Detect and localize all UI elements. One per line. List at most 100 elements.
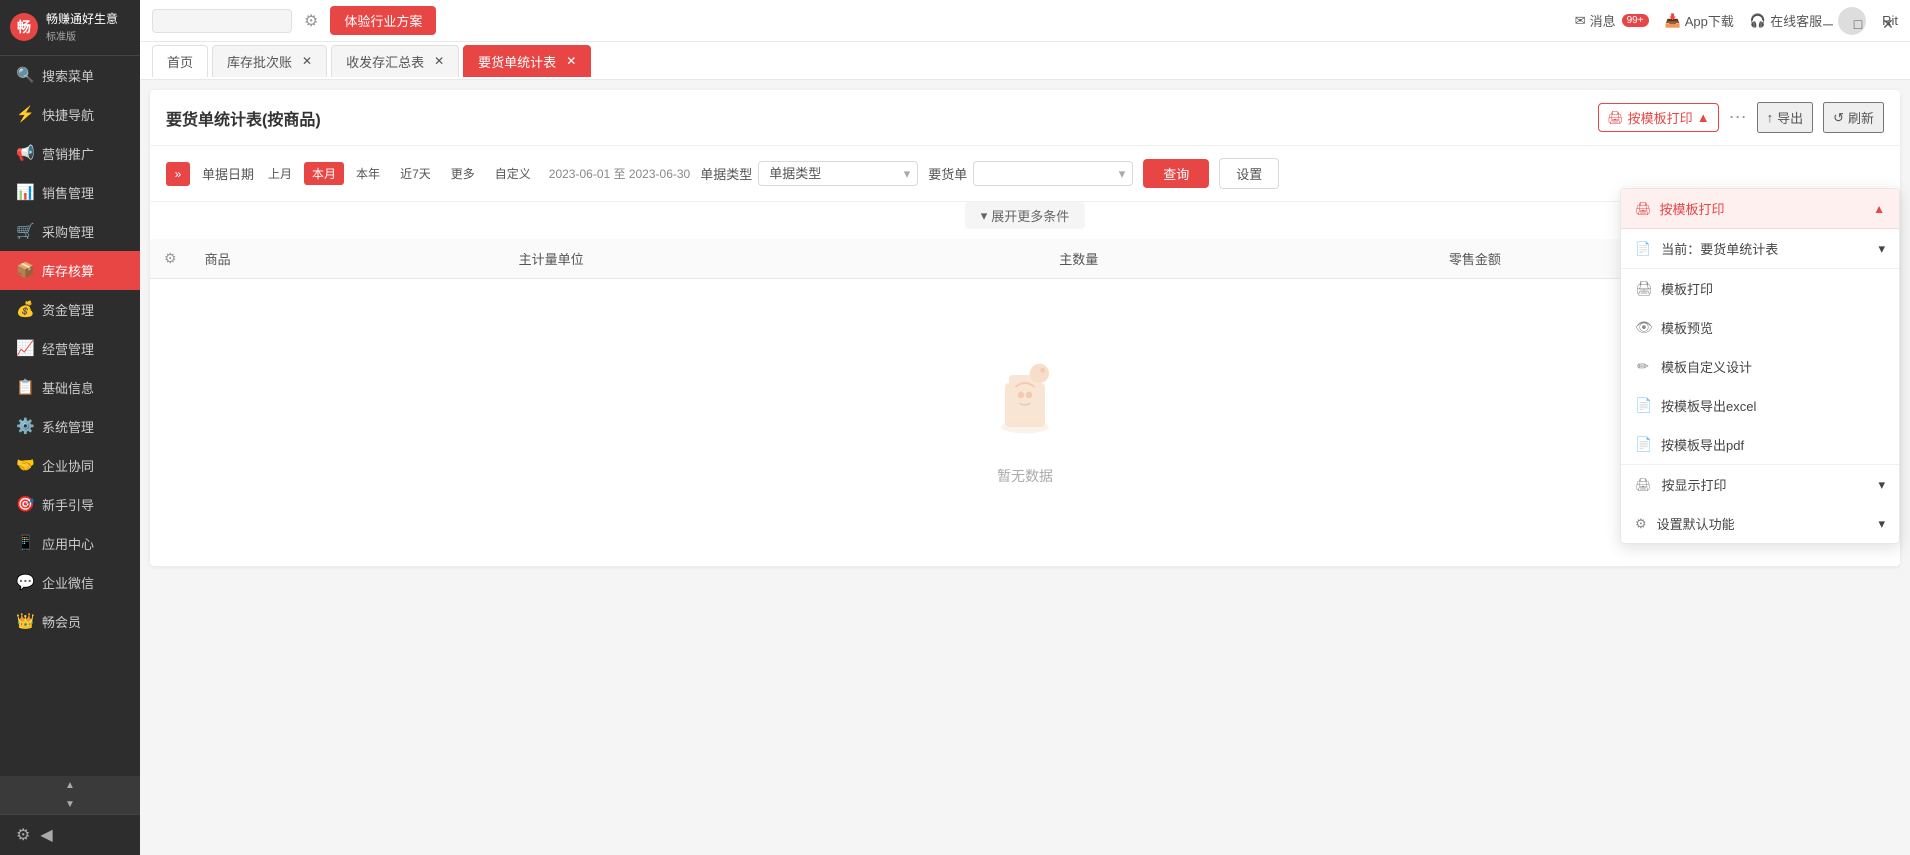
basic-icon: 📋 (16, 378, 34, 396)
query-button[interactable]: 查询 (1143, 159, 1209, 188)
goods-label: 要货单 (928, 164, 967, 183)
dropdown-item-template-custom[interactable]: ✏ 模板自定义设计 (1621, 347, 1899, 386)
page-title: 要货单统计表(按商品) (166, 106, 321, 130)
display-print-arrow: ▾ (1878, 477, 1885, 493)
gear-icon[interactable]: ⚙ (304, 11, 318, 31)
dropdown-item-export-pdf[interactable]: 📄 按模板导出pdf (1621, 425, 1899, 464)
topbar-search-input[interactable] (152, 9, 292, 33)
sidebar: 畅 畅赚通好生意 标准版 🔍 搜索菜单 ⚡ 快捷导航 📢 营销推广 📊 销售管理… (0, 0, 140, 855)
tab-close-collection-report[interactable]: ✕ (434, 54, 444, 68)
sidebar-item-operation[interactable]: 📈 经营管理 (0, 329, 140, 368)
dropdown-printer-icon: 🖨 (1635, 201, 1652, 217)
sidebar-item-basic[interactable]: 📋 基础信息 (0, 368, 140, 407)
tab-inventory-batch[interactable]: 库存批次账 ✕ (212, 45, 327, 77)
settings-footer-icon[interactable]: ⚙ (16, 825, 30, 845)
refresh-icon: ↺ (1833, 110, 1844, 126)
sidebar-item-newbie[interactable]: 🎯 新手引导 (0, 485, 140, 524)
template-print-dropdown: 🖨 按模板打印 ▲ 📄 当前：要货单统计表 ▾ 🖨 模板打印 (1620, 188, 1900, 544)
dropdown-header[interactable]: 🖨 按模板打印 ▲ (1621, 189, 1899, 229)
current-template-icon: 📄 (1635, 241, 1651, 257)
window-controls: ─ □ ✕ (1806, 0, 1910, 48)
expand-more-button[interactable]: ▾ 展开更多条件 (965, 202, 1086, 229)
topbar: ⚙ 体验行业方案 ✉ 消息 99+ 📥 App下载 🎧 在线客服 Rit (140, 0, 1910, 42)
date-option-custom[interactable]: 自定义 (487, 162, 539, 185)
chevron-up-icon: ▲ (1697, 110, 1710, 125)
tab-close-order-stats[interactable]: ✕ (566, 54, 576, 68)
export-button[interactable]: ↑ 导出 (1757, 102, 1814, 133)
close-button[interactable]: ✕ (1874, 10, 1902, 38)
dropdown-current-template[interactable]: 📄 当前：要货单统计表 ▾ (1621, 229, 1899, 268)
date-options: 上月 本月 本年 近7天 更多 自定义 (260, 162, 539, 185)
app-download-action[interactable]: 📥 App下载 (1665, 11, 1734, 30)
sidebar-scroll-down[interactable]: ▼ (0, 795, 140, 814)
dropdown-item-default-settings[interactable]: ⚙ 设置默认功能 ▾ (1621, 504, 1899, 543)
sidebar-item-wechat[interactable]: 💬 企业微信 (0, 563, 140, 602)
sidebar-search-btn[interactable]: 🔍 搜索菜单 (0, 56, 140, 95)
app-logo: 畅 畅赚通好生意 标准版 (0, 0, 140, 56)
date-option-this-month[interactable]: 本月 (304, 162, 344, 185)
minimize-button[interactable]: ─ (1814, 10, 1842, 38)
type-select[interactable]: 单据类型 (758, 161, 918, 186)
th-unit: 主计量单位 (505, 239, 1046, 279)
newbie-icon: 🎯 (16, 495, 34, 513)
download-icon: 📥 (1665, 13, 1681, 29)
template-print-button[interactable]: 🖨 按模板打印 ▲ (1598, 103, 1718, 132)
message-action[interactable]: ✉ 消息 99+ (1575, 11, 1649, 30)
goods-input-wrap (973, 161, 1133, 186)
date-filter-group: 单据日期 上月 本月 本年 近7天 更多 自定义 (202, 162, 539, 185)
table-settings-icon[interactable]: ⚙ (164, 250, 177, 266)
item-printer-icon: 🖨 (1635, 280, 1651, 297)
sidebar-item-appstore[interactable]: 📱 应用中心 (0, 524, 140, 563)
date-option-this-year[interactable]: 本年 (348, 162, 388, 185)
th-goods: 商品 (191, 239, 505, 279)
settings-button[interactable]: 设置 (1219, 158, 1279, 189)
tab-home[interactable]: 首页 (152, 45, 208, 77)
expand-icon: ▾ (981, 208, 988, 224)
dropdown-item-display-print[interactable]: 🖨 按显示打印 ▾ (1621, 465, 1899, 504)
item-settings-icon: ⚙ (1635, 516, 1647, 532)
sidebar-item-member[interactable]: 👑 畅会员 (0, 602, 140, 641)
date-range-display: 2023-06-01 至 2023-06-30 (549, 165, 690, 182)
trial-button[interactable]: 体验行业方案 (330, 6, 436, 35)
filter-expand-button[interactable]: » (166, 162, 190, 186)
appstore-icon: 📱 (16, 534, 34, 552)
goods-filter-group: 要货单 (928, 161, 1133, 186)
message-badge: 99+ (1622, 14, 1649, 27)
sidebar-item-finance[interactable]: 💰 资金管理 (0, 290, 140, 329)
item-display-print-icon: 🖨 (1635, 477, 1652, 493)
date-option-7days[interactable]: 近7天 (392, 162, 439, 185)
tab-close-inventory-batch[interactable]: ✕ (302, 54, 312, 68)
date-option-more[interactable]: 更多 (443, 162, 483, 185)
sidebar-item-marketing[interactable]: 📢 营销推广 (0, 134, 140, 173)
filter-fields: 单据日期 上月 本月 本年 近7天 更多 自定义 2023-06-01 至 20… (202, 158, 1884, 189)
collapse-icon[interactable]: ◀ (40, 825, 52, 845)
maximize-button[interactable]: □ (1844, 10, 1872, 38)
tab-order-stats[interactable]: 要货单统计表 ✕ (463, 45, 591, 77)
th-settings[interactable]: ⚙ (150, 239, 191, 279)
purchase-icon: 🛒 (16, 222, 34, 240)
refresh-button[interactable]: ↺ 刷新 (1823, 102, 1884, 133)
item-custom-icon: ✏ (1635, 358, 1651, 375)
page-header: 要货单统计表(按商品) 🖨 按模板打印 ▲ ⋯ ↑ 导出 ↺ 刷新 (150, 90, 1900, 146)
sidebar-item-inventory[interactable]: 📦 库存核算 (0, 251, 140, 290)
dropdown-item-export-excel[interactable]: 📄 按模板导出excel (1621, 386, 1899, 425)
sidebar-item-collab[interactable]: 🤝 企业协同 (0, 446, 140, 485)
type-input-wrap: 单据类型 (758, 161, 918, 186)
member-icon: 👑 (16, 612, 34, 630)
sidebar-item-sales[interactable]: 📊 销售管理 (0, 173, 140, 212)
sidebar-scroll-up[interactable]: ▲ (0, 776, 140, 795)
dropdown-item-template-preview[interactable]: 👁 模板预览 (1621, 308, 1899, 347)
dropdown-chevron-icon: ▲ (1873, 202, 1885, 216)
goods-select[interactable] (973, 161, 1133, 186)
dropdown-item-template-print[interactable]: 🖨 模板打印 (1621, 269, 1899, 308)
operation-icon: 📈 (16, 339, 34, 357)
logo-icon: 畅 (10, 13, 38, 41)
date-option-last-month[interactable]: 上月 (260, 162, 300, 185)
sidebar-item-purchase[interactable]: 🛒 采购管理 (0, 212, 140, 251)
type-label: 单据类型 (700, 164, 752, 183)
tabbar: 首页 库存批次账 ✕ 收发存汇总表 ✕ 要货单统计表 ✕ (140, 42, 1910, 80)
tab-collection-report[interactable]: 收发存汇总表 ✕ (331, 45, 459, 77)
sidebar-item-system[interactable]: ⚙️ 系统管理 (0, 407, 140, 446)
more-options-icon[interactable]: ⋯ (1729, 107, 1747, 128)
sidebar-item-shortcut[interactable]: ⚡ 快捷导航 (0, 95, 140, 134)
